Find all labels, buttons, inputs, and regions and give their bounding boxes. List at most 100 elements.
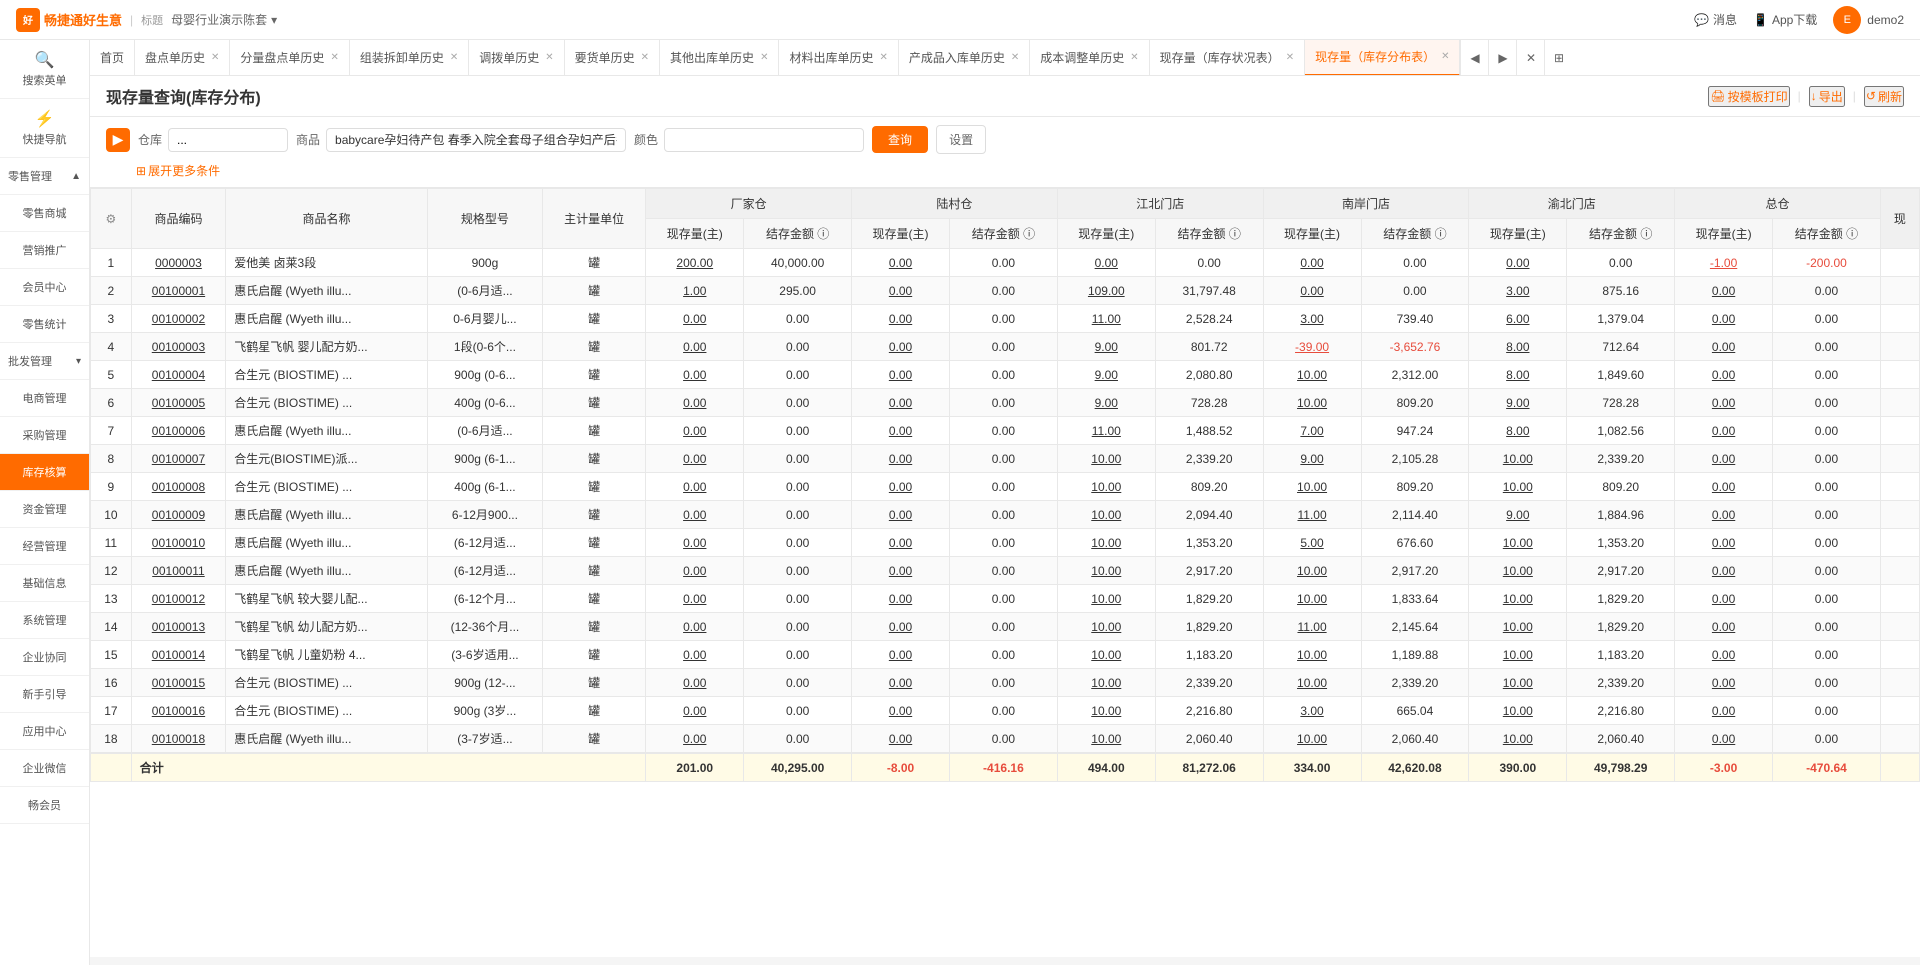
cell-total-qty[interactable]: 0.00	[1675, 585, 1773, 613]
tab-requisition[interactable]: 要货单历史 ✕	[565, 40, 660, 76]
cell-ck4-qty[interactable]: 10.00	[1263, 473, 1361, 501]
cell-total-qty[interactable]: 0.00	[1675, 641, 1773, 669]
company-select[interactable]: 母婴行业演示陈套 ▾	[171, 11, 277, 28]
sidebar-item-ecommerce[interactable]: 电商管理	[0, 380, 89, 417]
tab-transfer-close[interactable]: ✕	[545, 52, 553, 63]
cell-total-qty[interactable]: 0.00	[1675, 613, 1773, 641]
cell-code[interactable]: 00100007	[131, 445, 225, 473]
expand-btn[interactable]: ▶	[106, 128, 130, 152]
cell-ck1-qty[interactable]: 0.00	[646, 417, 744, 445]
cell-ck5-qty[interactable]: 0.00	[1469, 249, 1567, 277]
cell-ck5-qty[interactable]: 10.00	[1469, 613, 1567, 641]
sidebar-item-enterprise[interactable]: 企业协同	[0, 639, 89, 676]
cell-ck2-qty[interactable]: 0.00	[852, 641, 950, 669]
cell-ck2-qty[interactable]: 0.00	[852, 613, 950, 641]
cell-total-qty[interactable]: 0.00	[1675, 305, 1773, 333]
tab-nav-right[interactable]: ▶	[1488, 40, 1516, 76]
cell-ck2-qty[interactable]: 0.00	[852, 277, 950, 305]
cell-ck4-qty[interactable]: 0.00	[1263, 249, 1361, 277]
cell-ck3-qty[interactable]: 10.00	[1057, 501, 1155, 529]
tab-nav-expand[interactable]: ⊞	[1544, 40, 1572, 76]
cell-ck3-qty[interactable]: 10.00	[1057, 669, 1155, 697]
cell-ck1-qty[interactable]: 0.00	[646, 501, 744, 529]
tab-nav-left[interactable]: ◀	[1460, 40, 1488, 76]
cell-ck4-qty[interactable]: 10.00	[1263, 389, 1361, 417]
cell-code[interactable]: 0000003	[131, 249, 225, 277]
sidebar-item-system[interactable]: 系统管理	[0, 602, 89, 639]
cell-total-qty[interactable]: 0.00	[1675, 529, 1773, 557]
cell-ck3-qty[interactable]: 10.00	[1057, 697, 1155, 725]
cell-ck2-qty[interactable]: 0.00	[852, 305, 950, 333]
col-settings[interactable]: ⚙	[91, 189, 132, 249]
cell-ck1-qty[interactable]: 0.00	[646, 669, 744, 697]
cell-ck1-qty[interactable]: 0.00	[646, 473, 744, 501]
cell-ck5-qty[interactable]: 3.00	[1469, 277, 1567, 305]
cell-ck1-qty[interactable]: 0.00	[646, 361, 744, 389]
user-area[interactable]: E demo2	[1833, 6, 1904, 34]
cell-code[interactable]: 00100018	[131, 725, 225, 754]
sidebar-item-quicknav[interactable]: ⚡ 快捷导航	[0, 99, 89, 158]
cell-code[interactable]: 00100011	[131, 557, 225, 585]
cell-ck5-qty[interactable]: 9.00	[1469, 501, 1567, 529]
cell-ck2-qty[interactable]: 0.00	[852, 361, 950, 389]
cell-ck5-qty[interactable]: 10.00	[1469, 557, 1567, 585]
sidebar-item-wechat[interactable]: 企业微信	[0, 750, 89, 787]
cell-ck5-qty[interactable]: 8.00	[1469, 333, 1567, 361]
cell-total-qty[interactable]: 0.00	[1675, 417, 1773, 445]
tab-requisition-close[interactable]: ✕	[641, 52, 649, 63]
tab-stocktake-close[interactable]: ✕	[211, 52, 219, 63]
cell-total-qty[interactable]: 0.00	[1675, 557, 1773, 585]
cell-code[interactable]: 00100006	[131, 417, 225, 445]
cell-ck5-qty[interactable]: 10.00	[1469, 585, 1567, 613]
sidebar-item-retailshop[interactable]: 零售商城	[0, 195, 89, 232]
tab-stocktake[interactable]: 盘点单历史 ✕	[135, 40, 230, 76]
tab-partialcount[interactable]: 分量盘点单历史 ✕	[230, 40, 349, 76]
cell-total-qty[interactable]: 0.00	[1675, 333, 1773, 361]
tab-otherout-close[interactable]: ✕	[760, 52, 768, 63]
app-download-btn[interactable]: 📱 App下载	[1753, 11, 1817, 28]
cell-code[interactable]: 00100012	[131, 585, 225, 613]
sidebar-item-appcenter[interactable]: 应用中心	[0, 713, 89, 750]
tab-assembly-close[interactable]: ✕	[450, 52, 458, 63]
sidebar-item-retailstat[interactable]: 零售统计	[0, 306, 89, 343]
tab-home[interactable]: 首页	[90, 40, 135, 76]
tab-costadjust-close[interactable]: ✕	[1130, 52, 1138, 63]
sidebar-item-search[interactable]: 🔍 搜索英单	[0, 40, 89, 99]
cell-code[interactable]: 00100014	[131, 641, 225, 669]
cell-ck2-qty[interactable]: 0.00	[852, 585, 950, 613]
cell-ck3-qty[interactable]: 9.00	[1057, 333, 1155, 361]
tab-materialout-close[interactable]: ✕	[879, 52, 887, 63]
cell-ck4-qty[interactable]: 11.00	[1263, 501, 1361, 529]
cell-total-qty[interactable]: 0.00	[1675, 473, 1773, 501]
cell-ck4-qty[interactable]: 10.00	[1263, 361, 1361, 389]
cell-code[interactable]: 00100008	[131, 473, 225, 501]
cell-ck3-qty[interactable]: 11.00	[1057, 305, 1155, 333]
cell-ck1-qty[interactable]: 0.00	[646, 529, 744, 557]
sidebar-item-wholesale[interactable]: 批发管理 ▾	[0, 343, 89, 380]
sidebar-item-marketing[interactable]: 营销推广	[0, 232, 89, 269]
cell-total-qty[interactable]: 0.00	[1675, 361, 1773, 389]
tab-assembly[interactable]: 组装拆卸单历史 ✕	[350, 40, 469, 76]
export-btn[interactable]: ↓ 导出	[1809, 86, 1845, 107]
cell-code[interactable]: 00100013	[131, 613, 225, 641]
sidebar-item-finance[interactable]: 资金管理	[0, 491, 89, 528]
cell-ck1-qty[interactable]: 0.00	[646, 557, 744, 585]
cell-ck3-qty[interactable]: 10.00	[1057, 613, 1155, 641]
cell-total-qty[interactable]: 0.00	[1675, 725, 1773, 754]
product-input[interactable]	[326, 128, 626, 152]
cell-ck2-qty[interactable]: 0.00	[852, 697, 950, 725]
tab-transfer[interactable]: 调拨单历史 ✕	[469, 40, 564, 76]
cell-code[interactable]: 00100002	[131, 305, 225, 333]
cell-total-qty[interactable]: 0.00	[1675, 277, 1773, 305]
cell-ck1-qty[interactable]: 0.00	[646, 697, 744, 725]
sidebar-item-guide[interactable]: 新手引导	[0, 676, 89, 713]
tab-nav-close[interactable]: ✕	[1516, 40, 1544, 76]
cell-ck4-qty[interactable]: 11.00	[1263, 613, 1361, 641]
cell-ck5-qty[interactable]: 9.00	[1469, 389, 1567, 417]
cell-code[interactable]: 00100016	[131, 697, 225, 725]
cell-total-qty[interactable]: 0.00	[1675, 697, 1773, 725]
cell-code[interactable]: 00100015	[131, 669, 225, 697]
sidebar-item-vip[interactable]: 畅会员	[0, 787, 89, 824]
cell-total-qty[interactable]: -1.00	[1675, 249, 1773, 277]
cell-ck2-qty[interactable]: 0.00	[852, 501, 950, 529]
